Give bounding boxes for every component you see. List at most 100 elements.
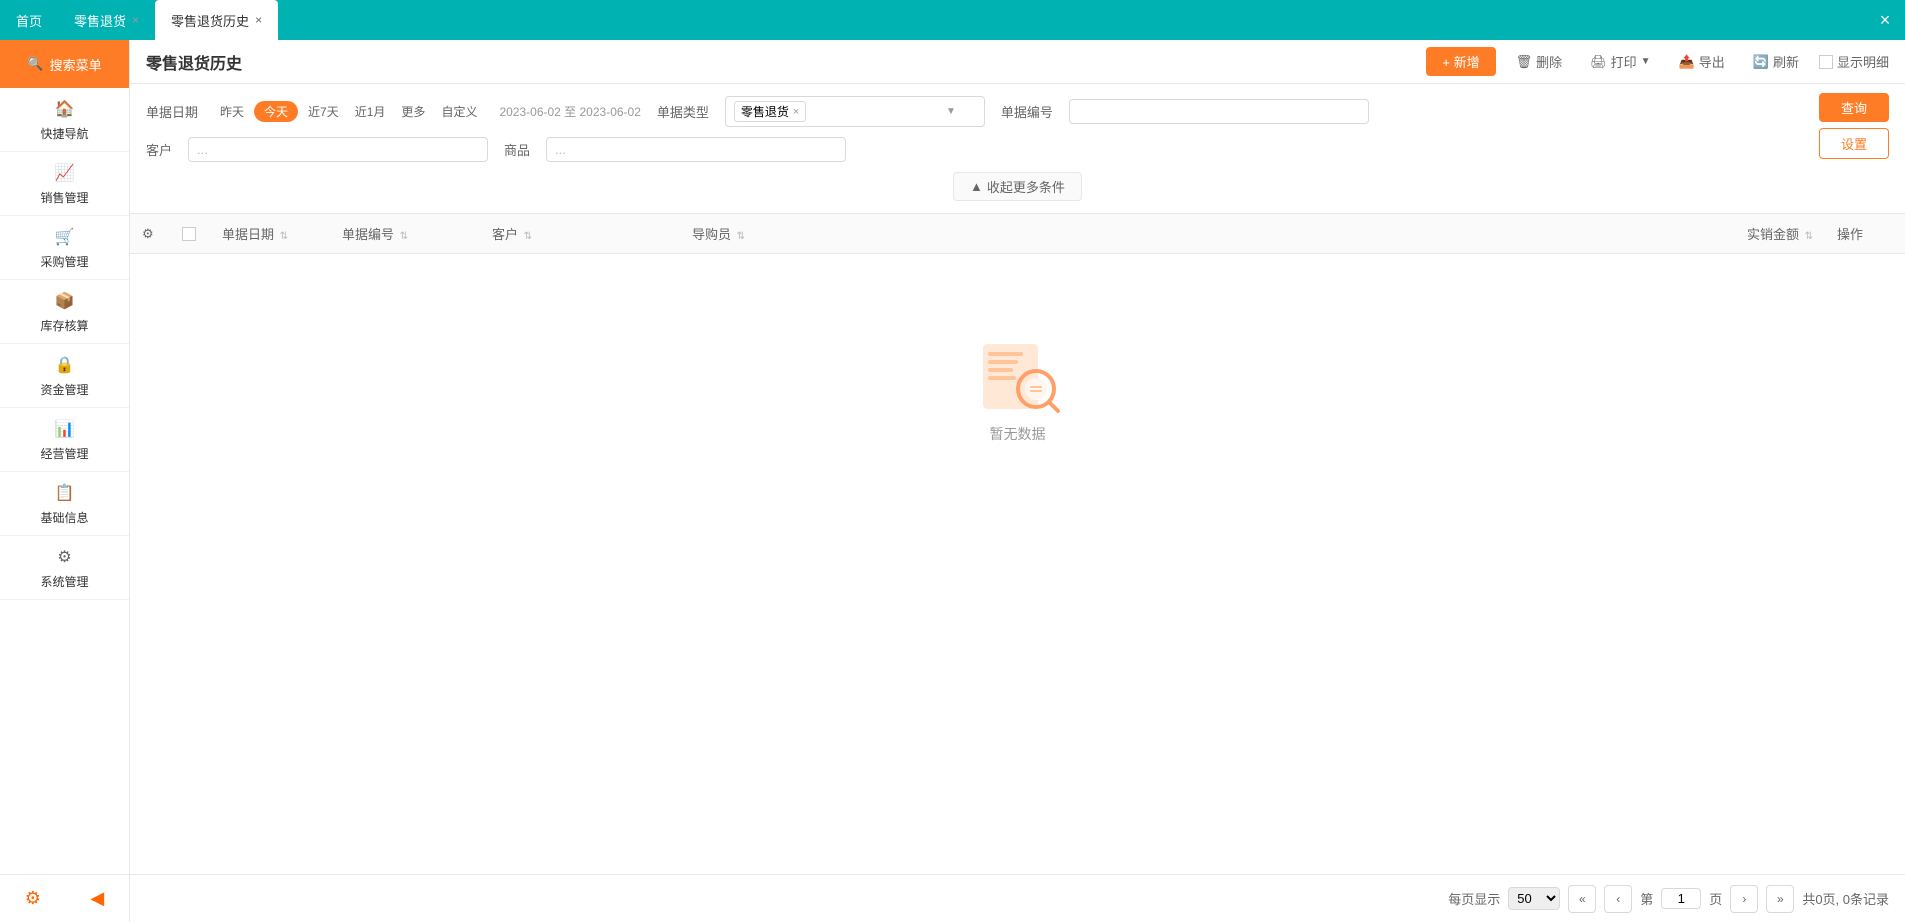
export-button[interactable]: 📤 导出 <box>1671 48 1733 75</box>
print-button[interactable]: 🖨 打印 ▼ <box>1582 48 1658 75</box>
filter-row-1: 单据日期 昨天 今天 近7天 近1月 更多 自定义 2023-06-02 至 2… <box>146 96 1889 127</box>
empty-text: 暂无数据 <box>990 424 1046 444</box>
sidebar-item-system[interactable]: ⚙ 系统管理 <box>0 536 129 600</box>
doc-type-select[interactable]: 零售退货 × ▼ <box>725 96 985 127</box>
settings-bottom-icon[interactable]: ⚙ <box>25 888 41 909</box>
search-icon: 🔍 <box>27 56 43 72</box>
date-btn-yesterday[interactable]: 昨天 <box>214 101 250 122</box>
doc-no-label: 单据编号 <box>1001 102 1053 121</box>
finance-icon: 🔒 <box>53 353 77 377</box>
date-range-display: 2023-06-02 至 2023-06-02 <box>499 103 640 120</box>
page-title: 零售退货历史 <box>146 50 242 74</box>
show-detail-checkbox[interactable] <box>1819 55 1833 69</box>
sidebar-item-quick-nav[interactable]: 🏠 快捷导航 <box>0 88 129 152</box>
collapse-up-icon: ▲ <box>970 179 983 194</box>
tab-retail-return-history[interactable]: 零售退货历史 × <box>155 0 278 40</box>
col-date-header: 单据日期 ⇅ <box>210 214 330 254</box>
col-checkbox <box>170 214 210 254</box>
customer-sort-icon[interactable]: ⇅ <box>524 231 532 242</box>
guide-sort-icon[interactable]: ⇅ <box>737 231 745 242</box>
table-area: ⚙ 单据日期 ⇅ 单据编号 ⇅ <box>130 214 1905 874</box>
operations-icon: 📊 <box>53 417 77 441</box>
date-sort-icon[interactable]: ⇅ <box>280 231 288 242</box>
inventory-icon: 📦 <box>53 289 77 313</box>
tab-list: 首页 零售退货 × 零售退货历史 × <box>0 0 1865 40</box>
date-btn-today[interactable]: 今天 <box>254 101 298 122</box>
export-icon: 📤 <box>1679 54 1695 70</box>
collapse-sidebar-icon[interactable]: ◀ <box>90 888 104 909</box>
main-layout: 🔍 搜索菜单 🏠 快捷导航 📈 销售管理 🛒 采购管理 📦 库存核算 🔒 <box>0 40 1905 922</box>
doc-type-label: 单据类型 <box>657 102 709 121</box>
doc-no-input[interactable] <box>1069 99 1369 124</box>
date-filter-label: 单据日期 <box>146 102 198 121</box>
content-area: 零售退货历史 + 新增 🗑 删除 🖨 打印 ▼ 📤 导出 🔄 <box>130 40 1905 922</box>
sidebar-nav: 🏠 快捷导航 📈 销售管理 🛒 采购管理 📦 库存核算 🔒 资金管理 📊 <box>0 88 129 874</box>
col-spacer <box>830 214 1705 254</box>
sidebar-item-sales[interactable]: 📈 销售管理 <box>0 152 129 216</box>
window-close-button[interactable]: × <box>1865 0 1905 40</box>
delete-button[interactable]: 🗑 删除 <box>1508 48 1571 75</box>
customer-label: 客户 <box>146 140 172 159</box>
doc-type-tag-close[interactable]: × <box>793 106 799 118</box>
col-settings: ⚙ <box>130 214 170 254</box>
date-btn-1month[interactable]: 近1月 <box>349 101 392 122</box>
sidebar-item-finance[interactable]: 🔒 资金管理 <box>0 344 129 408</box>
goods-label: 商品 <box>504 140 530 159</box>
sidebar-item-inventory[interactable]: 📦 库存核算 <box>0 280 129 344</box>
table-header-row: ⚙ 单据日期 ⇅ 单据编号 ⇅ <box>130 214 1905 254</box>
query-action-buttons: 查询 设置 <box>1819 93 1889 159</box>
sidebar-bottom: ⚙ ◀ <box>0 874 129 922</box>
sales-icon: 📈 <box>53 161 77 185</box>
page-size-select[interactable]: 20 50 100 <box>1508 887 1560 910</box>
filter-row-2: 客户 ... 商品 ... <box>146 137 1889 162</box>
delete-icon: 🗑 <box>1516 54 1533 70</box>
refresh-button[interactable]: 🔄 刷新 <box>1745 48 1807 75</box>
date-btn-more[interactable]: 更多 <box>395 101 431 122</box>
customer-select[interactable]: ... <box>188 137 488 162</box>
total-count: 共0页, 0条记录 <box>1802 889 1889 908</box>
sidebar-search[interactable]: 🔍 搜索菜单 <box>0 40 129 88</box>
empty-state: 暂无数据 <box>130 254 1905 524</box>
tab-retail-return[interactable]: 零售退货 × <box>58 0 155 40</box>
next-page-button[interactable]: › <box>1730 885 1758 913</box>
sidebar-item-operations[interactable]: 📊 经营管理 <box>0 408 129 472</box>
last-page-button[interactable]: » <box>1766 885 1794 913</box>
tab-retail-return-close[interactable]: × <box>132 13 139 27</box>
prev-page-button[interactable]: ‹ <box>1604 885 1632 913</box>
date-quick-buttons: 昨天 今天 近7天 近1月 更多 自定义 <box>214 101 483 122</box>
top-bar: 首页 零售退货 × 零售退货历史 × × <box>0 0 1905 40</box>
page-header: 零售退货历史 + 新增 🗑 删除 🖨 打印 ▼ 📤 导出 🔄 <box>130 40 1905 84</box>
tab-home[interactable]: 首页 <box>0 0 58 40</box>
col-action-header: 操作 <box>1825 214 1905 254</box>
sidebar: 🔍 搜索菜单 🏠 快捷导航 📈 销售管理 🛒 采购管理 📦 库存核算 🔒 <box>0 40 130 922</box>
first-page-button[interactable]: « <box>1568 885 1596 913</box>
col-guide-header: 导购员 ⇅ <box>680 214 830 254</box>
goods-select[interactable]: ... <box>546 137 846 162</box>
sidebar-item-purchase[interactable]: 🛒 采购管理 <box>0 216 129 280</box>
tab-retail-return-history-close[interactable]: × <box>255 13 262 27</box>
empty-illustration <box>968 334 1068 424</box>
system-icon: ⚙ <box>53 545 77 569</box>
table-header: ⚙ 单据日期 ⇅ 单据编号 ⇅ <box>130 214 1905 254</box>
page-number-input[interactable] <box>1661 888 1701 909</box>
table-settings-icon[interactable]: ⚙ <box>142 226 154 241</box>
col-no-header: 单据编号 ⇅ <box>330 214 480 254</box>
refresh-icon: 🔄 <box>1753 54 1769 70</box>
query-button[interactable]: 查询 <box>1819 93 1889 122</box>
amount-sort-icon[interactable]: ⇅ <box>1805 231 1813 242</box>
show-detail-toggle[interactable]: 显示明细 <box>1819 52 1889 71</box>
doc-type-tag: 零售退货 × <box>734 101 806 122</box>
print-dropdown-icon: ▼ <box>1641 56 1651 67</box>
purchase-icon: 🛒 <box>53 225 77 249</box>
data-table: ⚙ 单据日期 ⇅ 单据编号 ⇅ <box>130 214 1905 254</box>
date-btn-7days[interactable]: 近7天 <box>302 101 345 122</box>
collapse-more-conditions[interactable]: ▲ 收起更多条件 <box>953 172 1082 201</box>
table-select-all-checkbox[interactable] <box>182 227 196 241</box>
no-sort-icon[interactable]: ⇅ <box>400 231 408 242</box>
col-customer-header: 客户 ⇅ <box>480 214 680 254</box>
date-btn-custom[interactable]: 自定义 <box>435 101 483 122</box>
add-button[interactable]: + 新增 <box>1426 47 1495 76</box>
sidebar-item-basic-info[interactable]: 📋 基础信息 <box>0 472 129 536</box>
setting-button[interactable]: 设置 <box>1819 128 1889 159</box>
doc-type-dropdown-arrow: ▼ <box>946 106 956 117</box>
